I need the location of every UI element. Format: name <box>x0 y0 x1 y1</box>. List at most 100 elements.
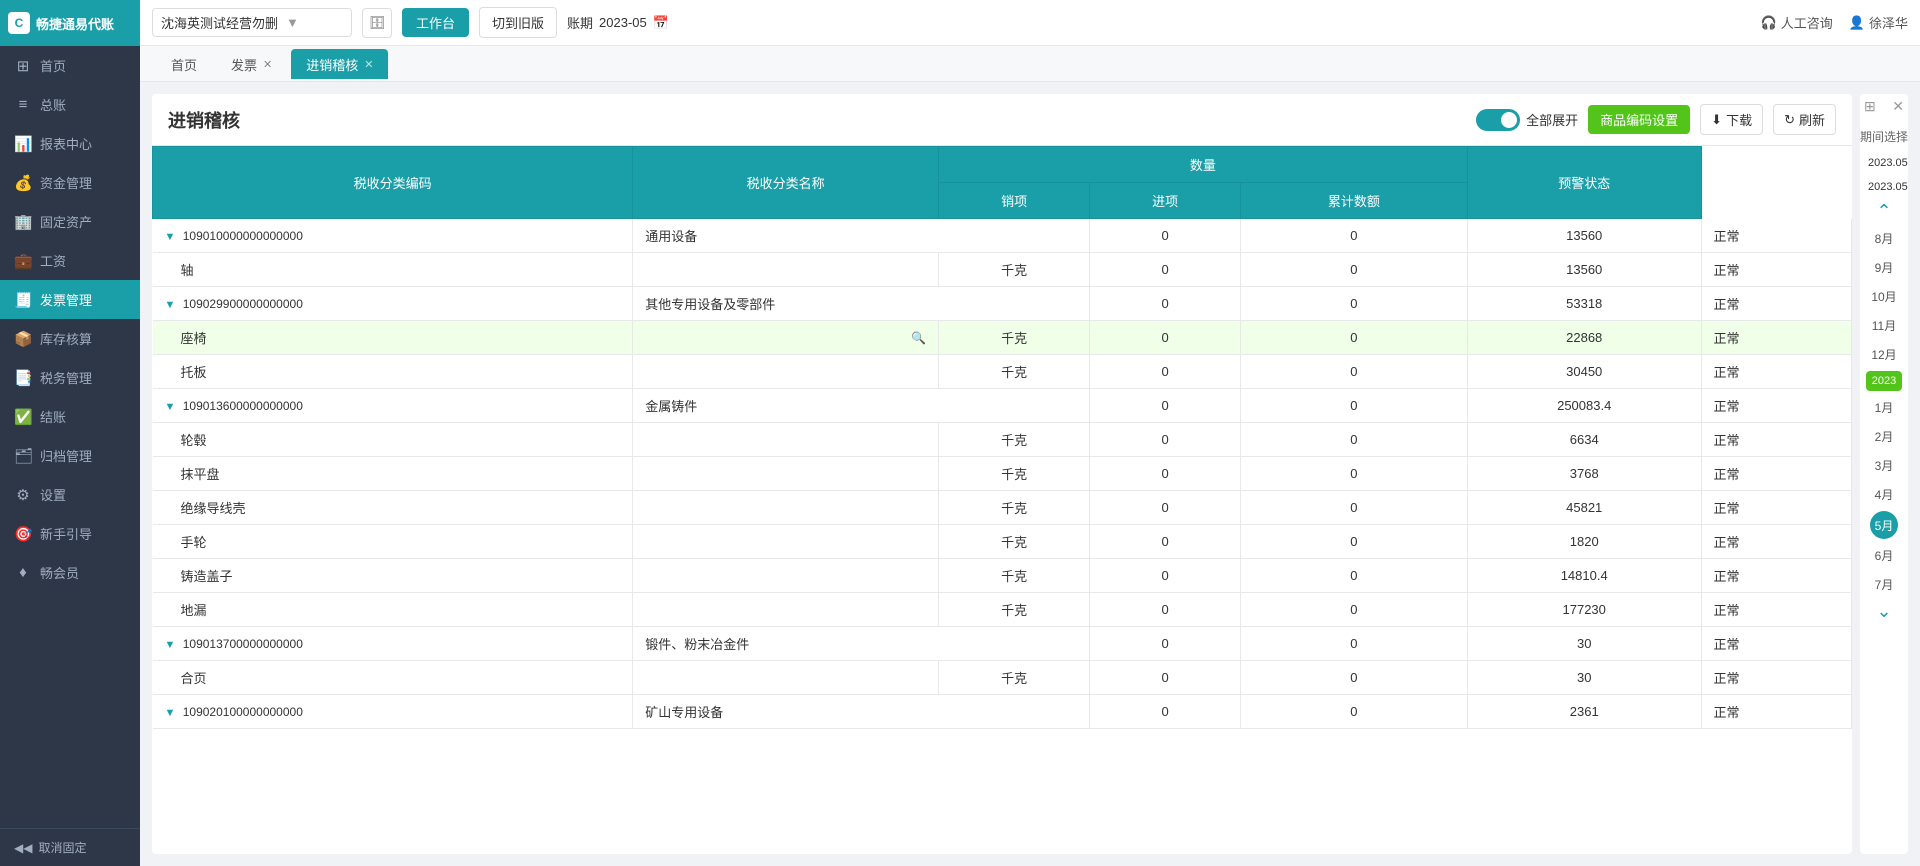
table-row[interactable]: 轴 千克 0 0 13560 正常 <box>153 253 1852 287</box>
table-row[interactable]: 铸造盖子 千克 0 0 14810.4 正常 <box>153 559 1852 593</box>
table-row[interactable]: ▼ 109029900000000000 其他专用设备及零部件 0 0 5331… <box>153 287 1852 321</box>
td-status: 正常 <box>1701 287 1851 321</box>
td-total: 22868 <box>1467 321 1701 355</box>
month-6[interactable]: 6月 <box>1866 543 1902 568</box>
month-12[interactable]: 12月 <box>1866 342 1902 367</box>
period-2023-05-b[interactable]: 2023.05 <box>1866 177 1902 197</box>
sidebar-item-settlement[interactable]: ✅ 结账 <box>0 397 140 436</box>
sidebar-item-salary[interactable]: 💼 工资 <box>0 241 140 280</box>
old-version-button[interactable]: 切到旧版 <box>479 7 557 38</box>
tab-reconcile-label: 进销稽核 <box>306 55 358 74</box>
workspace-button[interactable]: 工作台 <box>402 8 469 37</box>
calendar-icon[interactable]: 📅 <box>653 15 669 31</box>
expand-icon[interactable]: ▼ <box>165 639 176 651</box>
sidebar-item-ledger[interactable]: ≡ 总账 <box>0 85 140 124</box>
funds-icon: 💰 <box>14 174 32 192</box>
table-row[interactable]: 座椅 🔍 千克 0 0 22868 正常 <box>153 321 1852 355</box>
sidebar-item-assets[interactable]: 🏢 固定资产 <box>0 202 140 241</box>
year-2023[interactable]: 2023 <box>1866 371 1902 391</box>
table-row[interactable]: ▼ 109010000000000000 通用设备 0 0 13560 正常 <box>153 219 1852 253</box>
td-status: 正常 <box>1701 457 1851 491</box>
tab-reconcile-close[interactable]: ✕ <box>364 58 373 71</box>
tab-invoice-label: 发票 <box>231 55 257 74</box>
expand-icon[interactable]: ▼ <box>165 231 176 243</box>
tab-reconcile[interactable]: 进销稽核 ✕ <box>291 49 388 79</box>
sidebar-item-home[interactable]: ⊞ 首页 <box>0 46 140 85</box>
period-2023-05-a[interactable]: 2023.05 <box>1866 153 1902 173</box>
table-row[interactable]: 绝缘导线壳 千克 0 0 45821 正常 <box>153 491 1852 525</box>
cancel-fixed-label: 取消固定 <box>38 839 86 856</box>
expand-icon[interactable]: ▼ <box>165 299 176 311</box>
month-2[interactable]: 2月 <box>1866 424 1902 449</box>
sidebar-item-label: 归档管理 <box>40 446 92 465</box>
tab-invoice-close[interactable]: ✕ <box>263 58 272 71</box>
download-button[interactable]: ⬇ 下载 <box>1700 104 1763 135</box>
tab-invoice[interactable]: 发票 ✕ <box>216 49 287 79</box>
sidebar-item-inventory[interactable]: 📦 库存核算 <box>0 319 140 358</box>
table-row[interactable]: 轮毂 千克 0 0 6634 正常 <box>153 423 1852 457</box>
toggle-switch[interactable] <box>1476 109 1520 131</box>
toggle-all[interactable]: 全部展开 <box>1476 109 1578 131</box>
td-sales: 0 <box>1090 423 1240 457</box>
table-row[interactable]: ▼ 109013600000000000 金属铸件 0 0 250083.4 正… <box>153 389 1852 423</box>
expand-icon[interactable]: ▼ <box>165 401 176 413</box>
month-8[interactable]: 8月 <box>1866 226 1902 251</box>
table-row[interactable]: 地漏 千克 0 0 177230 正常 <box>153 593 1852 627</box>
sidebar-item-invoice[interactable]: 🧾 发票管理 <box>0 280 140 319</box>
sidebar-item-archive[interactable]: 🗂 归档管理 <box>0 436 140 475</box>
table-row[interactable]: ▼ 109013700000000000 锻件、粉末冶金件 0 0 30 正常 <box>153 627 1852 661</box>
td-code: ▼ 109013600000000000 <box>153 389 633 423</box>
user-menu[interactable]: 👤 徐泽华 <box>1849 13 1908 32</box>
month-9[interactable]: 9月 <box>1866 255 1902 280</box>
month-4[interactable]: 4月 <box>1866 482 1902 507</box>
sidebar-item-guide[interactable]: 🎯 新手引导 <box>0 514 140 553</box>
month-10[interactable]: 10月 <box>1866 284 1902 309</box>
search-icon[interactable]: 🔍 <box>911 331 926 345</box>
sidebar-item-member[interactable]: ♦ 畅会员 <box>0 553 140 592</box>
month-1[interactable]: 1月 <box>1866 395 1902 420</box>
refresh-button[interactable]: ↻ 刷新 <box>1773 104 1836 135</box>
table-row[interactable]: 手轮 千克 0 0 1820 正常 <box>153 525 1852 559</box>
support-button[interactable]: 🎧 人工咨询 <box>1761 13 1833 32</box>
month-3[interactable]: 3月 <box>1866 453 1902 478</box>
tabbar: 首页 发票 ✕ 进销稽核 ✕ <box>140 46 1920 82</box>
expand-icon[interactable]: ▼ <box>165 707 176 719</box>
sidebar-item-funds[interactable]: 💰 资金管理 <box>0 163 140 202</box>
month-11[interactable]: 11月 <box>1866 313 1902 338</box>
tab-home[interactable]: 首页 <box>156 49 212 79</box>
sidebar-cancel-fixed[interactable]: ◀◀ 取消固定 <box>0 828 140 866</box>
table-row[interactable]: 合页 千克 0 0 30 正常 <box>153 661 1852 695</box>
page-header-actions: 全部展开 商品编码设置 ⬇ 下载 ↻ 刷新 <box>1476 104 1836 135</box>
sidebar-item-tax[interactable]: 📑 税务管理 <box>0 358 140 397</box>
td-status: 正常 <box>1701 661 1851 695</box>
table-row[interactable]: 抹平盘 千克 0 0 3768 正常 <box>153 457 1852 491</box>
panel-expand-button[interactable]: ⊞ <box>1864 98 1876 115</box>
td-tax-name-child <box>633 253 939 287</box>
scroll-down-arrow[interactable]: ⌄ <box>1860 601 1908 622</box>
td-purchase: 0 <box>1240 559 1467 593</box>
td-sales: 0 <box>1090 491 1240 525</box>
td-total: 6634 <box>1467 423 1701 457</box>
td-status: 正常 <box>1701 559 1851 593</box>
company-selector[interactable]: 沈海英测试经营勿删 ▼ <box>152 8 352 37</box>
td-tax-name-child <box>633 457 939 491</box>
td-purchase: 0 <box>1240 491 1467 525</box>
sidebar-item-reports[interactable]: 📊 报表中心 <box>0 124 140 163</box>
td-name: 绝缘导线壳 <box>153 491 633 525</box>
td-sales: 0 <box>1090 389 1240 423</box>
page-header: 进销稽核 全部展开 商品编码设置 ⬇ 下载 ↻ 刷新 <box>152 94 1852 146</box>
scroll-up-arrow[interactable]: ⌃ <box>1860 201 1908 222</box>
download-icon: ⬇ <box>1711 112 1722 128</box>
month-5[interactable]: 5月 <box>1870 511 1898 539</box>
archive-button[interactable]: 🗄 <box>362 8 392 38</box>
td-sales: 0 <box>1090 219 1240 253</box>
td-purchase: 0 <box>1240 525 1467 559</box>
td-sales: 0 <box>1090 525 1240 559</box>
sidebar-item-settings[interactable]: ⚙ 设置 <box>0 475 140 514</box>
refresh-label: 刷新 <box>1799 110 1825 129</box>
table-row[interactable]: 托板 千克 0 0 30450 正常 <box>153 355 1852 389</box>
panel-close-button[interactable]: ✕ <box>1892 98 1904 115</box>
table-row[interactable]: ▼ 109020100000000000 矿山专用设备 0 0 2361 正常 <box>153 695 1852 729</box>
product-code-button[interactable]: 商品编码设置 <box>1588 105 1690 134</box>
month-7[interactable]: 7月 <box>1866 572 1902 597</box>
